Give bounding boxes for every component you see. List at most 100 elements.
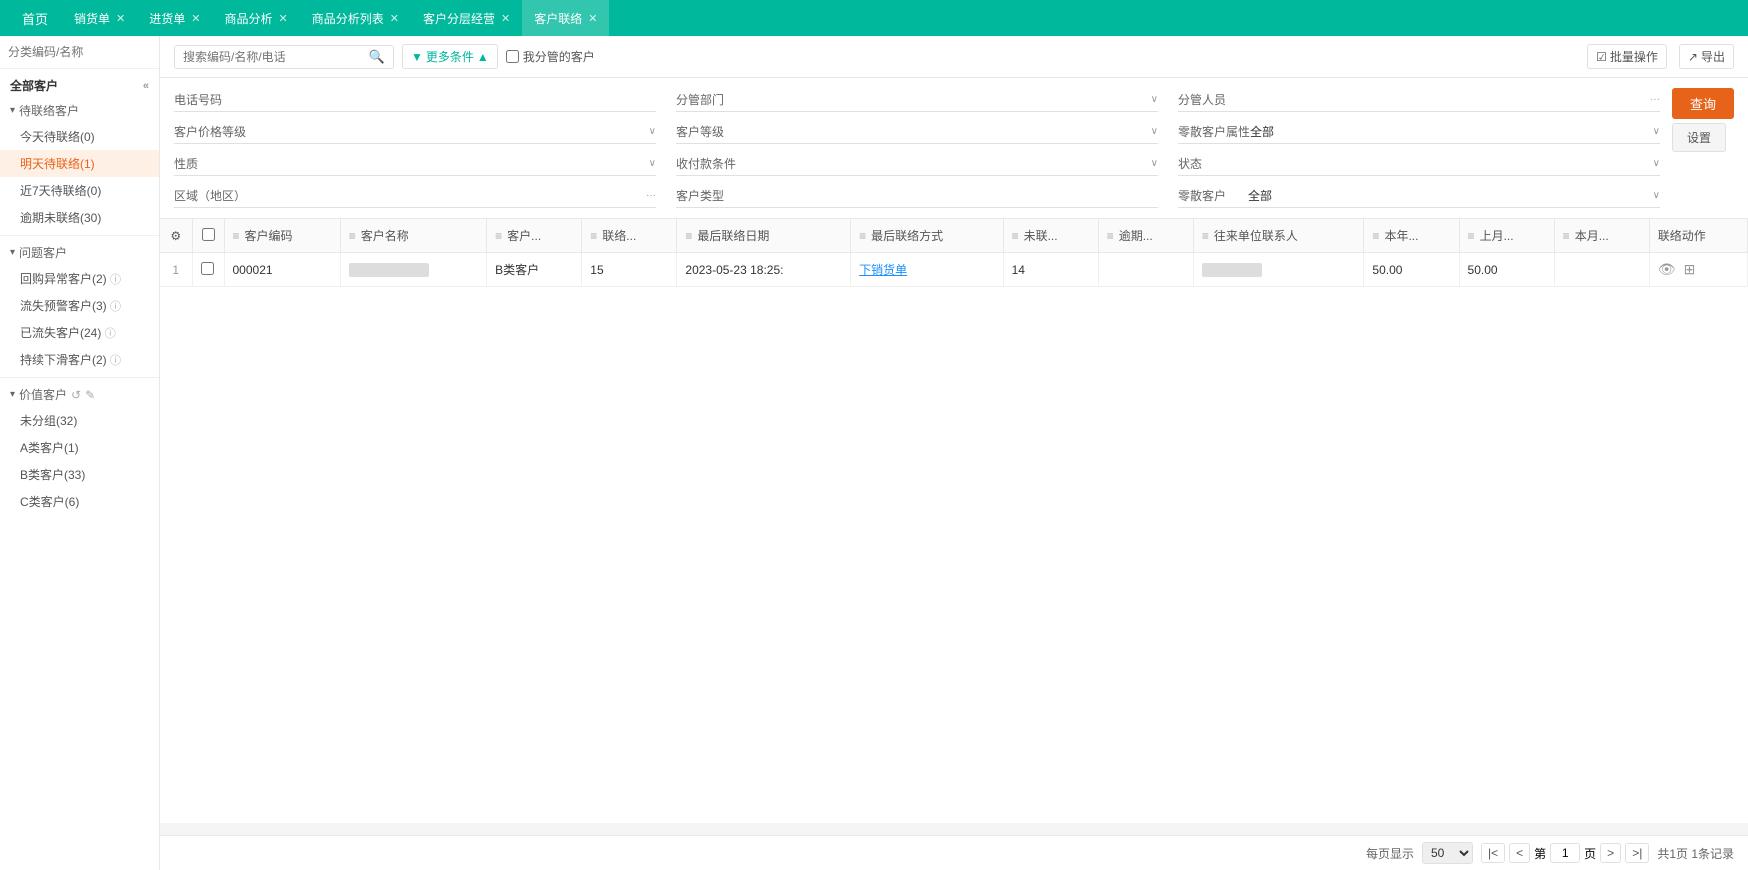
customer-grade-dropdown-icon[interactable]: ∨ (1151, 126, 1158, 137)
filter-phone-input[interactable] (244, 93, 656, 107)
batch-icon: ☑ (1596, 50, 1607, 64)
set-button[interactable]: 设置 (1672, 123, 1726, 152)
prev-page-btn[interactable]: < (1509, 843, 1530, 863)
close-tab-2-icon[interactable]: ✕ (279, 12, 288, 25)
sidebar-item-tomorrow[interactable]: 明天待联络(1) (0, 150, 159, 177)
sidebar-item-overdue[interactable]: 逾期未联络(30) (0, 204, 159, 231)
filter-status: 状态 ∨ (1178, 152, 1660, 176)
close-tab-1-icon[interactable]: ✕ (191, 12, 200, 25)
region-more-icon[interactable]: ··· (646, 190, 656, 201)
status-dropdown-icon[interactable]: ∨ (1653, 158, 1660, 169)
chevron-up-icon: ▲ (477, 50, 489, 64)
search-button[interactable]: 🔍 (369, 49, 385, 65)
sidebar-search-wrap: 🔍 (0, 36, 159, 69)
sidebar-group-value[interactable]: 价值客户 ↺ ✎ (0, 382, 159, 407)
export-btn[interactable]: ↗ 导出 (1679, 44, 1734, 69)
nav-tab-0[interactable]: 销货单 ✕ (62, 0, 137, 36)
close-tab-0-icon[interactable]: ✕ (116, 12, 125, 25)
cell-uncontacted: 14 (1003, 253, 1098, 287)
manager-more-icon[interactable]: ··· (1650, 94, 1660, 105)
payment-dropdown-icon[interactable]: ∨ (1151, 158, 1158, 169)
filter-payment-input[interactable] (746, 157, 1147, 171)
th-contact: 联络... (582, 219, 677, 253)
my-customers-label: 我分管的客户 (523, 48, 595, 65)
page-size-select[interactable]: 50 100 200 (1422, 842, 1473, 864)
sidebar-item-7days[interactable]: 近7天待联络(0) (0, 177, 159, 204)
nav-tab-1[interactable]: 进货单 ✕ (137, 0, 212, 36)
sidebar-item-c-class[interactable]: C类客户(6) (0, 488, 159, 515)
sidebar-item-declining[interactable]: 持续下滑客户(2) ⓘ (0, 346, 159, 373)
filter-department: 分管部门 ∨ (676, 88, 1158, 112)
close-tab-3-icon[interactable]: ✕ (390, 12, 399, 25)
sidebar-search-input[interactable] (8, 45, 160, 59)
sidebar-group-pending[interactable]: 待联络客户 (0, 98, 159, 123)
cell-customer-type: B类客户 (487, 253, 582, 287)
last-page-btn[interactable]: >| (1625, 843, 1649, 863)
scatter-attr-dropdown-icon[interactable]: ∨ (1653, 126, 1660, 137)
sidebar-collapse-icon[interactable]: « (143, 80, 149, 92)
sidebar-group-problem[interactable]: 问题客户 (0, 240, 159, 265)
nav-tab-2[interactable]: 商品分析 ✕ (212, 0, 299, 36)
more-filters-btn[interactable]: ▼ 更多条件 ▲ (402, 44, 498, 69)
sidebar-item-ungrouped[interactable]: 未分组(32) (0, 407, 159, 434)
sidebar-item-b-class[interactable]: B类客户(33) (0, 461, 159, 488)
query-button[interactable]: 查询 (1672, 88, 1734, 119)
filter-customer-type: 客户类型 (676, 184, 1158, 208)
cell-customer-name (340, 253, 486, 287)
search-input[interactable] (183, 50, 369, 64)
batch-ops-btn[interactable]: ☑ 批量操作 (1587, 44, 1667, 69)
sidebar-all-customers[interactable]: 全部客户 « (0, 69, 159, 98)
filter-manager-input[interactable] (1248, 93, 1646, 107)
cell-actions: 👁 ⊞ (1649, 253, 1747, 287)
top-navigation: 首页 销货单 ✕ 进货单 ✕ 商品分析 ✕ 商品分析列表 ✕ 客户分层经营 ✕ … (0, 0, 1748, 36)
department-dropdown-icon[interactable]: ∨ (1151, 94, 1158, 105)
close-tab-5-icon[interactable]: ✕ (588, 12, 597, 25)
cell-checkbox[interactable] (192, 253, 224, 287)
filter-department-input[interactable] (746, 93, 1147, 107)
page-navigation: |< < 第 页 > >| (1481, 843, 1649, 863)
row-checkbox[interactable] (201, 262, 214, 275)
th-last-month: 上月... (1459, 219, 1554, 253)
filter-region-input[interactable] (246, 189, 642, 203)
nature-dropdown-icon[interactable]: ∨ (649, 158, 656, 169)
my-customers-checkbox[interactable] (506, 50, 519, 63)
nav-tab-5[interactable]: 客户联络 ✕ (522, 0, 609, 36)
close-tab-4-icon[interactable]: ✕ (501, 12, 510, 25)
filter-scatter-customer: 零散客户 ∨ (1178, 184, 1660, 208)
sidebar-item-repurchase-abnormal[interactable]: 回购异常客户(2) ⓘ (0, 265, 159, 292)
filter-scatter-customer-input[interactable] (1248, 189, 1649, 203)
cell-last-contact-method[interactable]: 下销货单 (851, 253, 1003, 287)
th-settings[interactable]: ⚙ (160, 219, 192, 253)
sidebar-item-lost[interactable]: 已流失客户(24) ⓘ (0, 319, 159, 346)
filter-customer-type-input[interactable] (746, 189, 1158, 203)
table-row: 1 000021 B类客户 15 2023-05-23 18:25: 下销货单 … (160, 253, 1748, 287)
filter-price-level-input[interactable] (246, 125, 645, 139)
filter-row-2: 客户价格等级 ∨ 客户等级 ∨ 零散客户属性 ∨ (174, 120, 1660, 144)
sidebar-item-churn-warning[interactable]: 流失预警客户(3) ⓘ (0, 292, 159, 319)
table-scrollbar[interactable] (160, 823, 1748, 835)
nav-tab-3[interactable]: 商品分析列表 ✕ (300, 0, 411, 36)
th-last-contact-method: 最后联络方式 (851, 219, 1003, 253)
filter-status-input[interactable] (1248, 157, 1649, 171)
scatter-customer-dropdown-icon[interactable]: ∨ (1653, 190, 1660, 201)
price-level-dropdown-icon[interactable]: ∨ (649, 126, 656, 137)
cell-contact: 15 (582, 253, 677, 287)
filter-phone: 电话号码 (174, 88, 656, 112)
nav-home[interactable]: 首页 (8, 0, 62, 36)
filter-scatter-attr-input[interactable] (1250, 125, 1649, 139)
page-input[interactable] (1550, 843, 1580, 863)
cell-unit-contact (1193, 253, 1364, 287)
filter-nature-input[interactable] (244, 157, 645, 171)
filter-region: 区域（地区） ··· (174, 184, 656, 208)
sidebar-item-a-class[interactable]: A类客户(1) (0, 434, 159, 461)
search-bar: 🔍 ▼ 更多条件 ▲ 我分管的客户 ☑ 批量操作 ↗ 导出 (160, 36, 1748, 78)
sidebar-item-today[interactable]: 今天待联络(0) (0, 123, 159, 150)
filter-customer-grade-input[interactable] (746, 125, 1147, 139)
action-eye-icon[interactable]: 👁 (1658, 261, 1676, 278)
contact-method-link[interactable]: 下销货单 (859, 263, 907, 277)
select-all-checkbox[interactable] (202, 228, 215, 241)
action-grid-icon[interactable]: ⊞ (1684, 261, 1696, 278)
first-page-btn[interactable]: |< (1481, 843, 1505, 863)
next-page-btn[interactable]: > (1600, 843, 1621, 863)
nav-tab-4[interactable]: 客户分层经营 ✕ (411, 0, 522, 36)
